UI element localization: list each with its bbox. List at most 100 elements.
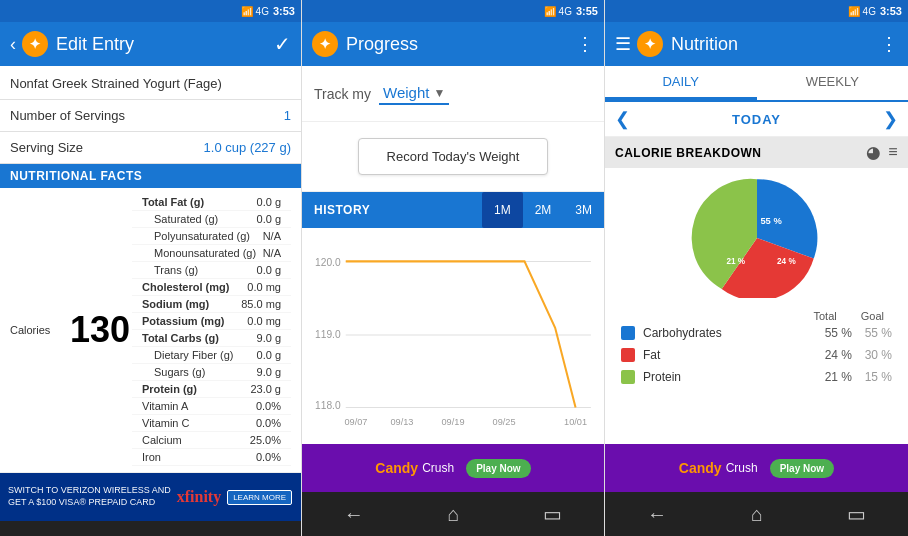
nutrition-panel: 📶 4G 3:53 ☰ ✦ Nutrition ⋮ DAILY WEEKLY ❮… bbox=[605, 0, 908, 536]
candy-text-right: Candy bbox=[679, 460, 722, 476]
learn-more-button[interactable]: LEARN MORE bbox=[227, 490, 292, 505]
list-item: Cholesterol (mg)0.0 mg bbox=[132, 279, 291, 296]
serving-size-row[interactable]: Serving Size 1.0 cup (227 g) bbox=[0, 132, 301, 164]
edit-entry-panel: 📶 4G 3:53 ‹ ✦ Edit Entry ✓ Nonfat Greek … bbox=[0, 0, 302, 536]
nutrient-label: Iron bbox=[142, 451, 256, 463]
progress-header: ✦ Progress ⋮ bbox=[302, 22, 604, 66]
list-item: Protein (g)23.0 g bbox=[132, 381, 291, 398]
nav-bar-mid: ← ⌂ ▭ bbox=[302, 492, 604, 536]
nav-icon-right[interactable]: ☰ bbox=[615, 33, 631, 55]
chart-svg: 120.0 119.0 118.0 09/07 09/13 09/19 09/2… bbox=[310, 236, 596, 440]
nutrient-label: Protein (g) bbox=[142, 383, 250, 395]
crush-text-right: Crush bbox=[726, 461, 758, 475]
legend-item-name: Carbohydrates bbox=[643, 326, 812, 340]
list-item: Vitamin C0.0% bbox=[132, 415, 291, 432]
home-nav-right[interactable]: ⌂ bbox=[751, 503, 763, 526]
play-now-button-mid[interactable]: Play Now bbox=[466, 459, 530, 478]
breakdown-title: CALORIE BREAKDOWN bbox=[615, 146, 762, 160]
candy-ad-mid[interactable]: Candy Crush Play Now bbox=[302, 444, 604, 492]
home-nav-mid[interactable]: ⌂ bbox=[447, 503, 459, 526]
brand-icon-left: ✦ bbox=[22, 31, 48, 57]
nutrient-label: Trans (g) bbox=[154, 264, 257, 276]
back-nav-left[interactable]: ← bbox=[42, 532, 62, 537]
ad-bar-left[interactable]: SWITCH TO VERIZON WIRELESS AND GET A $10… bbox=[0, 473, 301, 521]
nutrient-value: 0.0 g bbox=[257, 196, 281, 208]
ad-content: SWITCH TO VERIZON WIRELESS AND GET A $10… bbox=[8, 485, 171, 508]
pie-chart-area: 55 % 24 % 21 % bbox=[605, 168, 908, 308]
serving-size-value: 1.0 cup (227 g) bbox=[204, 140, 291, 155]
candy-ad-right[interactable]: Candy Crush Play Now bbox=[605, 444, 908, 492]
back-nav-right[interactable]: ← bbox=[647, 503, 667, 526]
nutrition-header: NUTRITIONAL FACTS bbox=[0, 164, 301, 188]
list-item: Vitamin A0.0% bbox=[132, 398, 291, 415]
list-item: Saturated (g)0.0 g bbox=[132, 211, 291, 228]
svg-text:118.0: 118.0 bbox=[315, 401, 341, 412]
back-icon-left[interactable]: ‹ bbox=[10, 34, 16, 55]
legend-item-goal: 15 % bbox=[852, 370, 892, 384]
brand-icon-right: ✦ bbox=[637, 31, 663, 57]
recent-nav-left[interactable]: ▭ bbox=[240, 531, 259, 536]
track-label: Track my bbox=[314, 86, 371, 102]
date-nav: ❮ TODAY ❯ bbox=[605, 102, 908, 137]
more-icon-mid[interactable]: ⋮ bbox=[576, 33, 594, 55]
svg-text:119.0: 119.0 bbox=[315, 329, 341, 340]
calories-row: Calories 130 Total Fat (g)0.0 gSaturated… bbox=[0, 188, 301, 473]
prev-date-button[interactable]: ❮ bbox=[615, 108, 630, 130]
legend-color-swatch bbox=[621, 370, 635, 384]
nutrient-label: Vitamin C bbox=[142, 417, 256, 429]
track-dropdown[interactable]: Weight ▼ bbox=[379, 82, 449, 105]
pie-chart-svg: 55 % 24 % 21 % bbox=[677, 178, 837, 298]
list-item: Total Fat (g)0.0 g bbox=[132, 194, 291, 211]
nutrient-label: Monounsaturated (g) bbox=[154, 247, 263, 259]
status-bar-right: 📶 4G 3:53 bbox=[605, 0, 908, 22]
brand-icon-mid: ✦ bbox=[312, 31, 338, 57]
servings-value: 1 bbox=[284, 108, 291, 123]
more-icon-right[interactable]: ⋮ bbox=[880, 33, 898, 55]
legend-row: Protein 21 % 15 % bbox=[621, 370, 892, 384]
tab-1m[interactable]: 1M bbox=[482, 192, 523, 228]
play-now-button-right[interactable]: Play Now bbox=[770, 459, 834, 478]
recent-nav-right[interactable]: ▭ bbox=[847, 502, 866, 526]
recent-nav-mid[interactable]: ▭ bbox=[543, 502, 562, 526]
nutrient-value: 0.0% bbox=[256, 417, 281, 429]
legend-header: Total Goal bbox=[621, 310, 892, 322]
confirm-icon[interactable]: ✓ bbox=[274, 32, 291, 56]
edit-entry-title: Edit Entry bbox=[56, 34, 274, 55]
svg-text:09/13: 09/13 bbox=[390, 417, 413, 427]
record-weight-button[interactable]: Record Today's Weight bbox=[358, 138, 549, 175]
svg-text:10/01: 10/01 bbox=[564, 417, 587, 427]
next-date-button[interactable]: ❯ bbox=[883, 108, 898, 130]
nav-bar-right: ← ⌂ ▭ bbox=[605, 492, 908, 536]
history-label: HISTORY bbox=[302, 203, 382, 217]
time-mid: 3:55 bbox=[576, 5, 598, 17]
edit-entry-header: ‹ ✦ Edit Entry ✓ bbox=[0, 22, 301, 66]
ad-text2: GET A $100 VISA® PREPAID CARD bbox=[8, 497, 171, 509]
nutrient-label: Sugars (g) bbox=[154, 366, 257, 378]
daily-weekly-tabs: DAILY WEEKLY bbox=[605, 66, 908, 102]
legend-rows: Carbohydrates 55 % 55 % Fat 24 % 30 % Pr… bbox=[621, 326, 892, 384]
nutrient-value: 0.0% bbox=[256, 451, 281, 463]
nutrient-value: 85.0 mg bbox=[241, 298, 281, 310]
svg-text:120.0: 120.0 bbox=[315, 258, 341, 269]
daily-tab[interactable]: DAILY bbox=[605, 66, 757, 100]
list-icon[interactable]: ≡ bbox=[888, 143, 898, 162]
nav-bar-left: ← ⌂ ▭ bbox=[0, 521, 301, 536]
list-item: Dietary Fiber (g)0.0 g bbox=[132, 347, 291, 364]
pie-chart-icon[interactable]: ◕ bbox=[866, 143, 881, 162]
ad-text1: SWITCH TO VERIZON WIRELESS AND bbox=[8, 485, 171, 497]
date-label: TODAY bbox=[630, 112, 883, 127]
weekly-tab[interactable]: WEEKLY bbox=[757, 66, 909, 100]
tab-2m[interactable]: 2M bbox=[523, 192, 564, 228]
tab-3m[interactable]: 3M bbox=[563, 192, 604, 228]
weight-chart: 120.0 119.0 118.0 09/07 09/13 09/19 09/2… bbox=[302, 228, 604, 444]
back-nav-mid[interactable]: ← bbox=[344, 503, 364, 526]
nutrient-value: 25.0% bbox=[250, 434, 281, 446]
servings-row[interactable]: Number of Servings 1 bbox=[0, 100, 301, 132]
calories-label: Calories bbox=[10, 324, 60, 336]
home-nav-left[interactable]: ⌂ bbox=[145, 532, 157, 537]
nutrient-label: Calcium bbox=[142, 434, 250, 446]
svg-text:09/25: 09/25 bbox=[493, 417, 516, 427]
food-name: Nonfat Greek Strained Yogurt (Fage) bbox=[0, 66, 301, 100]
status-icons-left: 📶 4G bbox=[241, 6, 269, 17]
nutrient-value: 0.0 g bbox=[257, 213, 281, 225]
